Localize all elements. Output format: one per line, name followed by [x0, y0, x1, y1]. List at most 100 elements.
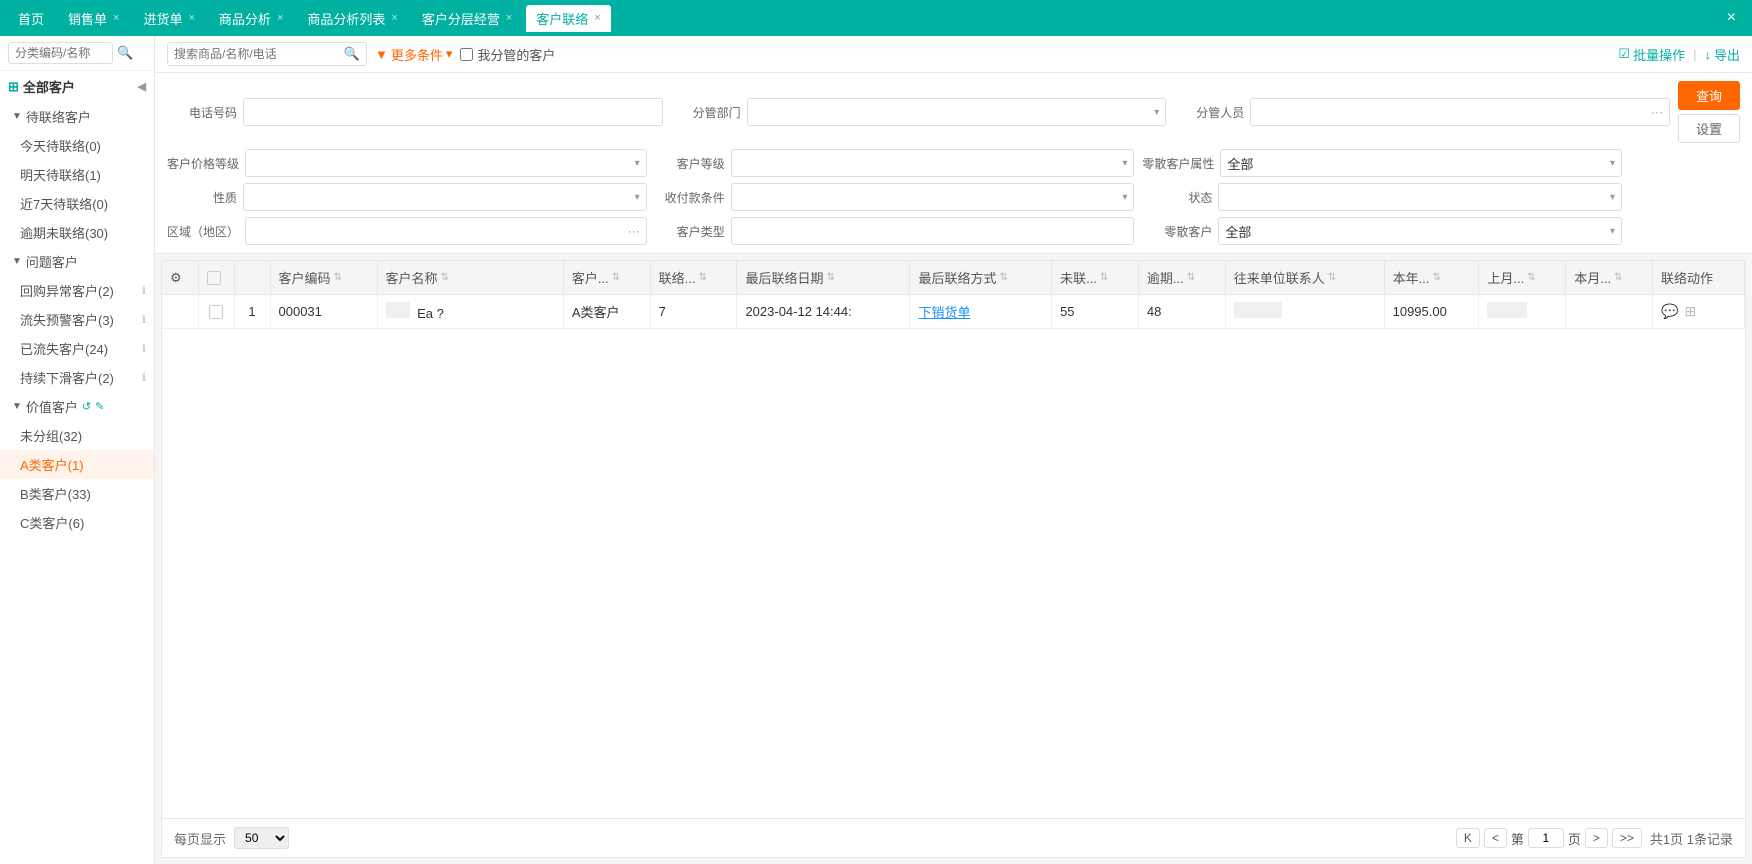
- th-level[interactable]: 客户... ⇅: [563, 261, 650, 295]
- sidebar-item-class-b[interactable]: B类客户(33): [0, 479, 154, 508]
- sort-icon: ⇅: [1187, 272, 1195, 283]
- nav-tab-analysis-list[interactable]: 商品分析列表 ×: [297, 5, 407, 32]
- sidebar-item-churn-warning[interactable]: 流失预警客户(3) ℹ: [0, 305, 154, 334]
- sidebar-item-ungrouped[interactable]: 未分组(32): [0, 421, 154, 450]
- table-container: ⚙ 客户编码 ⇅: [161, 260, 1746, 858]
- filter-label-retail: 零散客户: [1142, 223, 1212, 240]
- td-last-method[interactable]: 下销货单: [910, 295, 1052, 329]
- nav-tab-sales[interactable]: 销售单 ×: [58, 5, 129, 32]
- last-page-button[interactable]: >>: [1612, 828, 1642, 848]
- my-customer-checkbox[interactable]: [460, 48, 473, 61]
- filter-label-customer-grade: 客户等级: [655, 155, 725, 172]
- search-input[interactable]: [174, 47, 344, 61]
- last-method-link[interactable]: 下销货单: [918, 305, 970, 320]
- row-checkbox[interactable]: [209, 305, 223, 319]
- td-last-date: 2023-04-12 14:44:: [737, 295, 910, 329]
- top-close-button[interactable]: ×: [1719, 9, 1744, 27]
- query-button[interactable]: 查询: [1678, 81, 1740, 110]
- close-icon[interactable]: ×: [506, 12, 512, 24]
- filter-select-dept[interactable]: ▾: [747, 98, 1167, 126]
- sidebar-item-overdue[interactable]: 逾期未联络(30): [0, 218, 154, 247]
- close-icon[interactable]: ×: [594, 12, 600, 24]
- sidebar-item-declining[interactable]: 持续下滑客户(2) ℹ: [0, 363, 154, 392]
- close-icon[interactable]: ×: [188, 12, 194, 24]
- sort-icon: ⇅: [1527, 272, 1535, 283]
- filter-select-retail-attr[interactable]: 全部 ▾: [1220, 149, 1622, 177]
- app-container: 首页 销售单 × 进货单 × 商品分析 × 商品分析列表 × 客户分层经营 × …: [0, 0, 1752, 864]
- table-row: 1 000031 Ea ? A类客户 7 2023-04-12 14:44:: [162, 295, 1745, 329]
- sidebar-item-class-a[interactable]: A类客户(1): [0, 450, 154, 479]
- th-last-method[interactable]: 最后联络方式 ⇅: [910, 261, 1052, 295]
- th-not-contact[interactable]: 未联... ⇅: [1052, 261, 1139, 295]
- close-icon[interactable]: ×: [277, 12, 283, 24]
- th-contact[interactable]: 联络... ⇅: [650, 261, 737, 295]
- filter-select-nature[interactable]: ▾: [243, 183, 647, 211]
- next-page-button[interactable]: >: [1585, 828, 1608, 848]
- info-icon: ℹ: [142, 371, 146, 384]
- th-code[interactable]: 客户编码 ⇅: [270, 261, 377, 295]
- first-page-button[interactable]: K: [1456, 828, 1480, 848]
- select-all-checkbox[interactable]: [207, 271, 221, 285]
- sidebar-group-problem[interactable]: ▼ 问题客户: [0, 247, 154, 276]
- filter-region: 区域（地区） ···: [167, 217, 647, 245]
- th-gear[interactable]: ⚙: [162, 261, 198, 295]
- nav-tab-customer-tier[interactable]: 客户分层经营 ×: [412, 5, 522, 32]
- filter-select-retail[interactable]: 全部 ▾: [1218, 217, 1622, 245]
- prev-page-button[interactable]: <: [1484, 828, 1507, 848]
- th-num: [234, 261, 270, 295]
- qr-icon[interactable]: ⊞: [1684, 303, 1696, 320]
- filter-label-retail-attr: 零散客户属性: [1142, 155, 1214, 172]
- th-name[interactable]: 客户名称 ⇅: [377, 261, 563, 295]
- refresh-icon[interactable]: ↺: [82, 400, 91, 413]
- filter-input-customer-type[interactable]: [731, 217, 1135, 245]
- page-size-select[interactable]: 50 100: [234, 827, 289, 849]
- dots-icon: ···: [1651, 105, 1663, 119]
- th-last-month[interactable]: 上月... ⇅: [1479, 261, 1566, 295]
- nav-tab-analysis[interactable]: 商品分析 ×: [209, 5, 293, 32]
- close-icon[interactable]: ×: [391, 12, 397, 24]
- message-icon[interactable]: 💬: [1661, 303, 1678, 320]
- action-icons: 💬 ⊞: [1661, 303, 1736, 320]
- sidebar-item-class-c[interactable]: C类客户(6): [0, 508, 154, 537]
- batch-op-button[interactable]: ☑ 批量操作: [1618, 45, 1685, 64]
- th-this-year[interactable]: 本年... ⇅: [1384, 261, 1479, 295]
- edit-icon[interactable]: ✎: [95, 400, 104, 413]
- page-number-input[interactable]: [1528, 828, 1564, 848]
- filter-more-button[interactable]: ▼ 更多条件 ▾: [375, 45, 452, 64]
- filter-select-manager[interactable]: ···: [1250, 98, 1670, 126]
- my-customer-checkbox-label[interactable]: 我分管的客户: [460, 45, 555, 64]
- filter-select-price-grade[interactable]: ▾: [245, 149, 647, 177]
- sidebar-search-input[interactable]: [8, 42, 113, 64]
- sidebar-group-pending[interactable]: ▼ 待联络客户: [0, 102, 154, 131]
- close-icon[interactable]: ×: [113, 12, 119, 24]
- nav-tab-purchase[interactable]: 进货单 ×: [133, 5, 204, 32]
- sidebar-item-churned[interactable]: 已流失客户(24) ℹ: [0, 334, 154, 363]
- th-overdue[interactable]: 逾期... ⇅: [1138, 261, 1225, 295]
- sidebar-group-value[interactable]: ▼ 价值客户 ↺ ✎: [0, 392, 154, 421]
- sidebar-item-tomorrow[interactable]: 明天待联络(1): [0, 160, 154, 189]
- th-unit-contact[interactable]: 往来单位联系人 ⇅: [1225, 261, 1384, 295]
- sidebar-search-button[interactable]: 🔍: [117, 45, 133, 61]
- nav-tab-customer-contact[interactable]: 客户联络 ×: [526, 5, 610, 32]
- sidebar-all-customers[interactable]: ⊞ 全部客户 ◀: [0, 71, 154, 102]
- sidebar-item-repurchase[interactable]: 回购异常客户(2) ℹ: [0, 276, 154, 305]
- chevron-down-icon: ▾: [1610, 158, 1615, 169]
- filter-select-customer-grade[interactable]: ▾: [731, 149, 1135, 177]
- settings-button[interactable]: 设置: [1678, 114, 1740, 143]
- td-num: 1: [234, 295, 270, 329]
- filter-select-payment[interactable]: ▾: [731, 183, 1135, 211]
- sidebar-item-7days[interactable]: 近7天待联络(0): [0, 189, 154, 218]
- search-icon[interactable]: 🔍: [344, 46, 360, 62]
- nav-home[interactable]: 首页: [8, 5, 54, 32]
- th-this-month[interactable]: 本月... ⇅: [1566, 261, 1653, 295]
- filter-payment: 收付款条件 ▾: [655, 183, 1135, 211]
- filter-select-region[interactable]: ···: [245, 217, 647, 245]
- export-button[interactable]: ↓ 导出: [1704, 45, 1740, 64]
- filter-select-status[interactable]: ▾: [1218, 183, 1622, 211]
- sidebar-item-today[interactable]: 今天待联络(0): [0, 131, 154, 160]
- info-icon: ℹ: [142, 313, 146, 326]
- filter-input-phone[interactable]: [243, 98, 663, 126]
- scroll-area[interactable]: ⚙ 客户编码 ⇅: [162, 261, 1745, 818]
- filter-row-1: 电话号码 分管部门 ▾ 分管人员 ···: [167, 81, 1740, 143]
- th-last-date[interactable]: 最后联络日期 ⇅: [737, 261, 910, 295]
